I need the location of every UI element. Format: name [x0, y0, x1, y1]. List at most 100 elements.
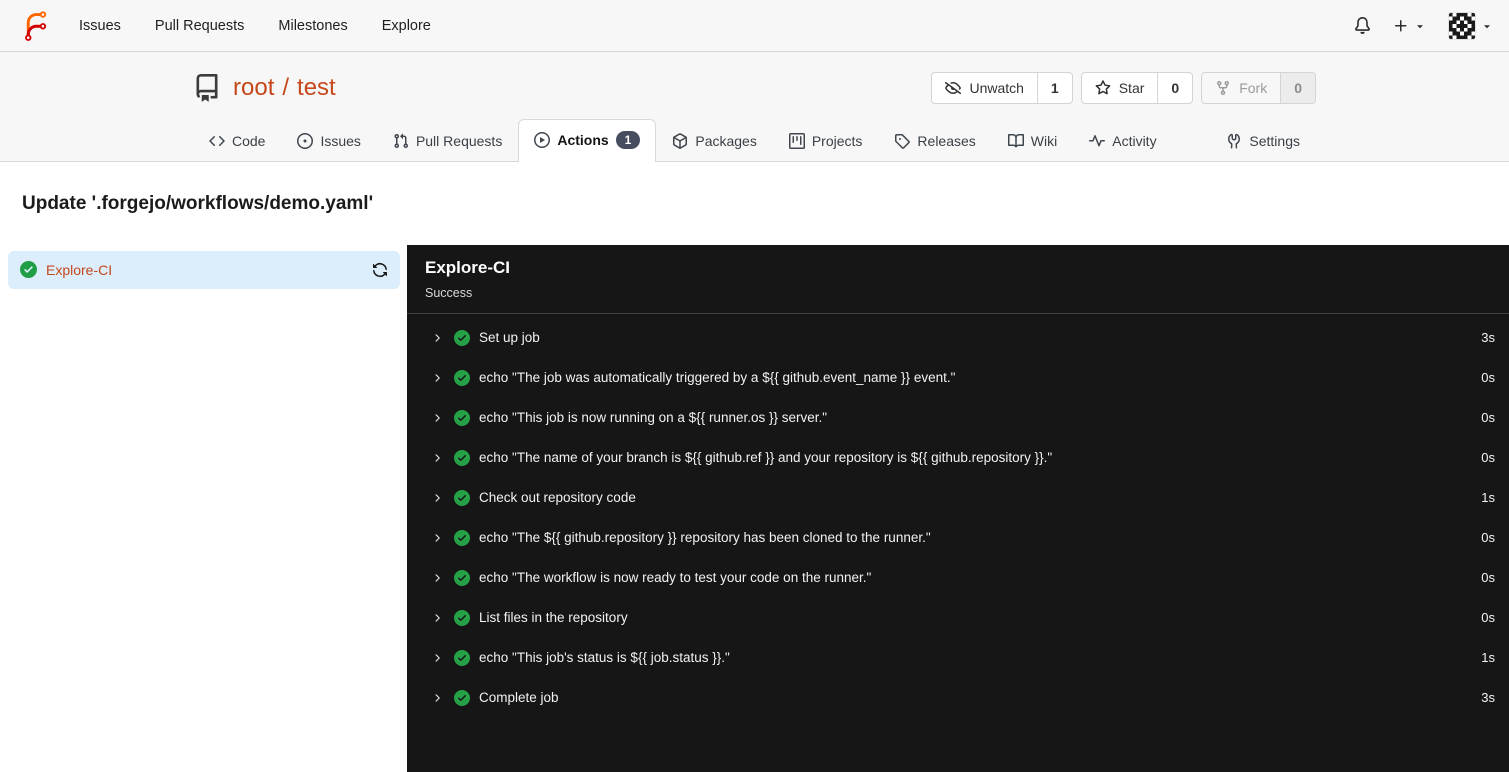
eye-closed-icon [945, 80, 962, 96]
repo-tab[interactable]: Packages [656, 121, 772, 161]
repo-action-buttons: Unwatch 1 Star 0 Fork 0 [931, 72, 1316, 104]
forgejo-logo[interactable] [20, 10, 52, 42]
navbar-link[interactable]: Issues [62, 0, 138, 52]
project-icon [788, 133, 805, 150]
tag-icon [894, 133, 911, 150]
chevron-right-icon[interactable] [431, 332, 443, 344]
notifications-button[interactable] [1354, 17, 1371, 34]
chevron-down-icon [1414, 20, 1426, 32]
chevron-right-icon[interactable] [431, 452, 443, 464]
repo-path: root / test [233, 74, 336, 102]
run-panel-header: Explore-CI Success [407, 245, 1509, 314]
navbar-links: Issues Pull Requests Milestones Explore [62, 0, 448, 52]
star-label: Star [1118, 80, 1145, 96]
repo-tab[interactable]: Releases [878, 121, 991, 161]
tab-count-badge: 1 [615, 131, 641, 150]
step-row[interactable]: Complete job 3s [407, 678, 1509, 718]
step-row[interactable]: echo "The ${{ github.repository }} repos… [407, 518, 1509, 558]
watchers-count[interactable]: 1 [1036, 73, 1072, 103]
step-row[interactable]: List files in the repository 0s [407, 598, 1509, 638]
create-new-dropdown[interactable] [1393, 18, 1426, 34]
step-duration: 0s [1481, 530, 1495, 546]
plus-icon [1393, 18, 1409, 34]
star-icon [1095, 80, 1111, 96]
step-duration: 3s [1481, 690, 1495, 706]
check-circle-icon [454, 689, 470, 706]
issue-opened-icon [297, 133, 314, 150]
book-icon [1007, 133, 1024, 149]
chevron-right-icon[interactable] [431, 492, 443, 504]
step-label: Set up job [479, 330, 540, 346]
step-duration: 0s [1481, 610, 1495, 626]
navbar-right [1354, 11, 1493, 40]
check-circle-icon [454, 529, 470, 546]
repo-tab[interactable]: Settings [1210, 121, 1316, 161]
step-row[interactable]: echo "The name of your branch is ${{ git… [407, 438, 1509, 478]
stars-count[interactable]: 0 [1157, 73, 1192, 103]
repo-tab[interactable]: Activity [1073, 121, 1172, 161]
step-label: List files in the repository [479, 610, 628, 626]
check-circle-icon [454, 409, 470, 426]
step-row[interactable]: Check out repository code 1s [407, 478, 1509, 518]
tab-label: Issues [320, 133, 361, 150]
check-circle-icon [454, 329, 470, 346]
chevron-right-icon[interactable] [431, 652, 443, 664]
repo-tab[interactable]: Issues [281, 121, 376, 161]
chevron-down-icon [1481, 20, 1493, 32]
navbar-link[interactable]: Explore [365, 0, 448, 52]
step-duration: 3s [1481, 330, 1495, 346]
navbar-link[interactable]: Milestones [261, 0, 364, 52]
step-label: echo "The ${{ github.repository }} repos… [479, 530, 931, 546]
step-row[interactable]: echo "The workflow is now ready to test … [407, 558, 1509, 598]
tab-label: Settings [1249, 133, 1300, 150]
watch-button-group: Unwatch 1 [931, 72, 1073, 104]
job-item-explore-ci[interactable]: Explore-CI [8, 250, 400, 289]
refresh-icon[interactable] [372, 262, 388, 278]
star-button[interactable]: Star [1082, 73, 1158, 103]
user-menu[interactable] [1448, 11, 1493, 40]
repo-path-separator: / [282, 74, 290, 101]
run-detail-panel: Explore-CI Success Set up job 3s echo "T… [407, 244, 1509, 772]
navbar-link[interactable]: Pull Requests [138, 0, 261, 52]
unwatch-button[interactable]: Unwatch [932, 73, 1036, 103]
repo-tab[interactable]: Pull Requests [377, 121, 518, 161]
chevron-right-icon[interactable] [431, 572, 443, 584]
tab-label: Code [232, 133, 266, 150]
check-circle-icon [454, 609, 470, 626]
check-circle-icon [454, 449, 470, 466]
check-circle-icon [454, 569, 470, 586]
chevron-right-icon[interactable] [431, 372, 443, 384]
chevron-right-icon[interactable] [431, 532, 443, 544]
pulse-icon [1089, 133, 1106, 149]
steps-list: Set up job 3s echo "The job was automati… [407, 314, 1509, 718]
step-row[interactable]: echo "This job's status is ${{ job.statu… [407, 638, 1509, 678]
chevron-right-icon[interactable] [431, 412, 443, 424]
step-row[interactable]: echo "This job is now running on a ${{ r… [407, 398, 1509, 438]
fork-button[interactable]: Fork [1202, 73, 1280, 103]
unwatch-label: Unwatch [969, 80, 1024, 96]
tab-label: Releases [917, 133, 976, 150]
step-row[interactable]: Set up job 3s [407, 318, 1509, 358]
chevron-right-icon[interactable] [431, 612, 443, 624]
repo-owner-link[interactable]: root [233, 74, 274, 102]
forks-count[interactable]: 0 [1280, 73, 1315, 103]
job-list-sidebar: Explore-CI [0, 244, 407, 772]
repo-tab[interactable]: Code [193, 121, 281, 161]
step-row[interactable]: echo "The job was automatically triggere… [407, 358, 1509, 398]
star-button-group: Star 0 [1080, 72, 1194, 104]
repo-icon [193, 74, 221, 102]
step-duration: 0s [1481, 410, 1495, 426]
check-circle-icon [454, 489, 470, 506]
repo-tab[interactable]: Projects [773, 121, 879, 161]
step-label: Check out repository code [479, 490, 636, 506]
code-icon [209, 133, 225, 149]
chevron-right-icon[interactable] [431, 692, 443, 704]
repo-header: root / test Unwatch 1 Star 0 Fork 0 Code… [0, 52, 1509, 163]
git-pull-request-icon [393, 133, 409, 149]
repo-tab[interactable]: Actions 1 [518, 119, 657, 163]
step-label: echo "This job's status is ${{ job.statu… [479, 650, 730, 666]
tab-label: Actions [557, 132, 609, 149]
repo-tab[interactable]: Wiki [992, 121, 1073, 161]
repo-name-link[interactable]: test [297, 74, 336, 102]
check-circle-icon [20, 261, 37, 279]
